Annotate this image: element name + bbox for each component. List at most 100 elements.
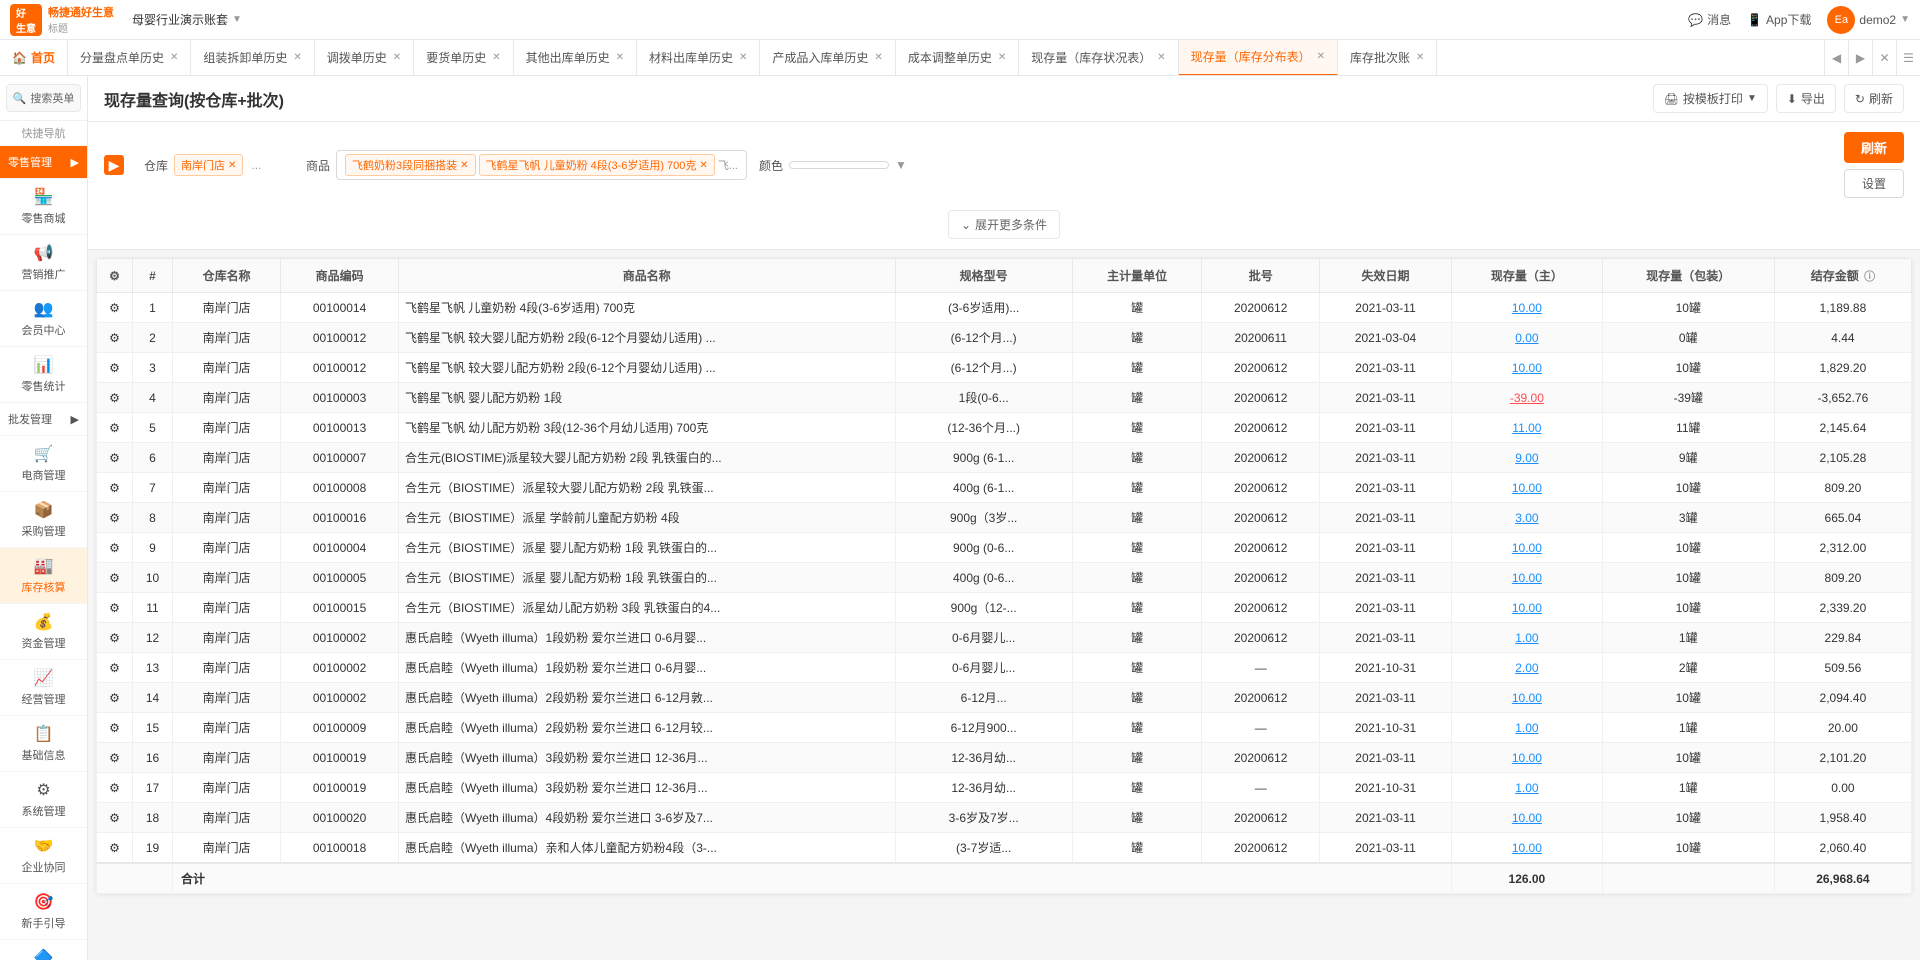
row-settings-icon[interactable]: ⚙ (97, 293, 133, 323)
filter-action-btns: 刷新 设置 (1844, 132, 1904, 198)
user-menu[interactable]: Ea demo2 ▼ (1827, 6, 1910, 34)
sidebar-item-marketing[interactable]: 📢 营销推广 (0, 235, 87, 291)
tab-disassembly[interactable]: 组装拆卸单历史 ✕ (191, 40, 314, 76)
print-btn[interactable]: 🖨 按模板打印 ▼ (1653, 84, 1768, 113)
expand-filters-btn[interactable]: ⌄ 展开更多条件 (948, 210, 1060, 239)
row-spec: 900g（12-... (895, 593, 1072, 623)
product-tag-1[interactable]: 飞鹤奶粉3段同捆搭装 ✕ (345, 154, 476, 176)
table-row: ⚙ 8 南岸门店 00100016 合生元（BIOSTIME）派星 学龄前儿童配… (97, 503, 1912, 533)
tab-close-transfer[interactable]: ✕ (393, 52, 401, 63)
tab-close-cost-adjust[interactable]: ✕ (998, 52, 1006, 63)
settings-btn[interactable]: 设置 (1844, 169, 1904, 198)
settings-icon[interactable]: ⚙ (109, 269, 120, 283)
product-tag-2[interactable]: 飞鹤星飞帆 儿童奶粉 4段(3-6岁适用) 700克 ✕ (479, 154, 715, 176)
amount-info-icon[interactable]: ⓘ (1864, 271, 1875, 283)
row-num: 4 (133, 383, 173, 413)
row-settings-icon[interactable]: ⚙ (97, 353, 133, 383)
tab-batch-ledger[interactable]: 库存批次账 ✕ (1338, 40, 1437, 76)
tab-close-current[interactable]: ✕ (1872, 40, 1896, 76)
row-settings-icon[interactable]: ⚙ (97, 833, 133, 864)
product-input-box[interactable]: 飞鹤奶粉3段同捆搭装 ✕ 飞鹤星飞帆 儿童奶粉 4段(3-6岁适用) 700克 … (336, 150, 747, 180)
sidebar-item-basic-info[interactable]: 📋 基础信息 (0, 716, 87, 772)
tab-inventory-dist[interactable]: 现存量（库存分布表） ✕ (1179, 40, 1338, 76)
sidebar-item-new-guide[interactable]: 🎯 新手引导 (0, 884, 87, 940)
tab-close-other-outbound[interactable]: ✕ (616, 52, 624, 63)
color-dropdown-arrow[interactable]: ▼ (895, 158, 907, 172)
sidebar-item-app-center[interactable]: 🔷 应用中心 (0, 940, 87, 960)
row-code: 00100002 (281, 623, 399, 653)
row-qty-main: 3.00 (1451, 503, 1602, 533)
row-settings-icon[interactable]: ⚙ (97, 713, 133, 743)
search-menu-btn[interactable]: 🔍 搜索英单 (6, 84, 81, 112)
row-settings-icon[interactable]: ⚙ (97, 443, 133, 473)
tab-close-inventory-status[interactable]: ✕ (1157, 52, 1165, 63)
row-settings-icon[interactable]: ⚙ (97, 623, 133, 653)
filter-expand-btn[interactable]: ▶ (104, 155, 124, 175)
sidebar-item-retail-stats[interactable]: 📊 零售统计 (0, 347, 87, 403)
row-settings-icon[interactable]: ⚙ (97, 743, 133, 773)
color-input[interactable] (789, 161, 889, 169)
refresh-btn[interactable]: ↻ 刷新 (1844, 84, 1904, 113)
row-settings-icon[interactable]: ⚙ (97, 533, 133, 563)
tab-close-disassembly[interactable]: ✕ (293, 52, 301, 63)
tab-close-require-goods[interactable]: ✕ (492, 52, 500, 63)
tab-product-in[interactable]: 产成品入库单历史 ✕ (760, 40, 895, 76)
sidebar-item-system[interactable]: ⚙ 系统管理 (0, 772, 87, 828)
col-qty-pack-header: 现存量（包装） (1602, 259, 1774, 293)
tab-require-goods[interactable]: 要货单历史 ✕ (414, 40, 513, 76)
sidebar-item-retail-shop[interactable]: 🏪 零售商城 (0, 179, 87, 235)
tab-cost-adjust[interactable]: 成本调整单历史 ✕ (896, 40, 1019, 76)
tab-inventory-status[interactable]: 现存量（库存状况表） ✕ (1019, 40, 1178, 76)
sidebar-item-operations[interactable]: 📈 经营管理 (0, 660, 87, 716)
tab-close-batch-ledger[interactable]: ✕ (1416, 52, 1424, 63)
tab-close-inventory-dist[interactable]: ✕ (1317, 51, 1325, 62)
warehouse-more-btn[interactable]: ... (247, 156, 265, 174)
row-settings-icon[interactable]: ⚙ (97, 683, 133, 713)
tab-home[interactable]: 🏠 首页 (0, 40, 68, 76)
product-more-tag[interactable]: 飞... (718, 157, 738, 173)
tab-transfer[interactable]: 调拨单历史 ✕ (315, 40, 414, 76)
row-batch: 20200612 (1202, 383, 1320, 413)
marketing-icon: 📢 (34, 243, 54, 263)
row-settings-icon[interactable]: ⚙ (97, 413, 133, 443)
sidebar-item-finance[interactable]: 💰 资金管理 (0, 604, 87, 660)
warehouse-tag-close[interactable]: ✕ (228, 160, 236, 171)
row-settings-icon[interactable]: ⚙ (97, 503, 133, 533)
row-settings-icon[interactable]: ⚙ (97, 773, 133, 803)
tab-split-inventory[interactable]: 分量盘点单历史 ✕ (68, 40, 191, 76)
sidebar-item-purchase[interactable]: 📦 采购管理 (0, 492, 87, 548)
row-settings-icon[interactable]: ⚙ (97, 323, 133, 353)
footer-empty1 (97, 863, 173, 894)
sidebar-item-enterprise-coop[interactable]: 🤝 企业协同 (0, 828, 87, 884)
product-tag-1-close[interactable]: ✕ (460, 160, 468, 171)
row-settings-icon[interactable]: ⚙ (97, 563, 133, 593)
tab-more[interactable]: ☰ (1896, 40, 1920, 76)
table-row: ⚙ 14 南岸门店 00100002 惠氏启睦（Wyeth illuma）2段奶… (97, 683, 1912, 713)
sidebar-item-inventory[interactable]: 🏭 库存核算 (0, 548, 87, 604)
row-settings-icon[interactable]: ⚙ (97, 593, 133, 623)
app-download-btn[interactable]: 📱 App下载 (1747, 11, 1811, 28)
row-settings-icon[interactable]: ⚙ (97, 803, 133, 833)
sidebar-item-ecommerce[interactable]: 🛒 电商管理 (0, 436, 87, 492)
table-row: ⚙ 6 南岸门店 00100007 合生元(BIOSTIME)派星较大婴儿配方奶… (97, 443, 1912, 473)
tab-other-outbound[interactable]: 其他出库单历史 ✕ (514, 40, 637, 76)
tab-nav-right[interactable]: ▶ (1848, 40, 1872, 76)
tab-close-material-out[interactable]: ✕ (739, 52, 747, 63)
export-btn[interactable]: ⬇ 导出 (1776, 84, 1836, 113)
message-btn[interactable]: 💬 消息 (1688, 11, 1731, 28)
row-settings-icon[interactable]: ⚙ (97, 653, 133, 683)
row-warehouse: 南岸门店 (173, 623, 281, 653)
tab-close-split-inventory[interactable]: ✕ (170, 52, 178, 63)
sidebar-item-wholesale-mgmt[interactable]: 批发管理 ▶ (0, 403, 87, 436)
sidebar-item-member-center[interactable]: 👥 会员中心 (0, 291, 87, 347)
sidebar-item-retail-mgmt[interactable]: 零售管理 ▶ (0, 146, 87, 179)
tab-material-out[interactable]: 材料出库单历史 ✕ (637, 40, 760, 76)
org-selector[interactable]: 母婴行业演示账套 ▼ (132, 11, 242, 28)
row-settings-icon[interactable]: ⚙ (97, 383, 133, 413)
query-btn[interactable]: 刷新 (1844, 132, 1904, 163)
tab-close-product-in[interactable]: ✕ (874, 52, 882, 63)
row-settings-icon[interactable]: ⚙ (97, 473, 133, 503)
warehouse-tag-nanan[interactable]: 南岸门店 ✕ (174, 154, 243, 176)
product-tag-2-close[interactable]: ✕ (699, 160, 707, 171)
tab-nav-left[interactable]: ◀ (1824, 40, 1848, 76)
